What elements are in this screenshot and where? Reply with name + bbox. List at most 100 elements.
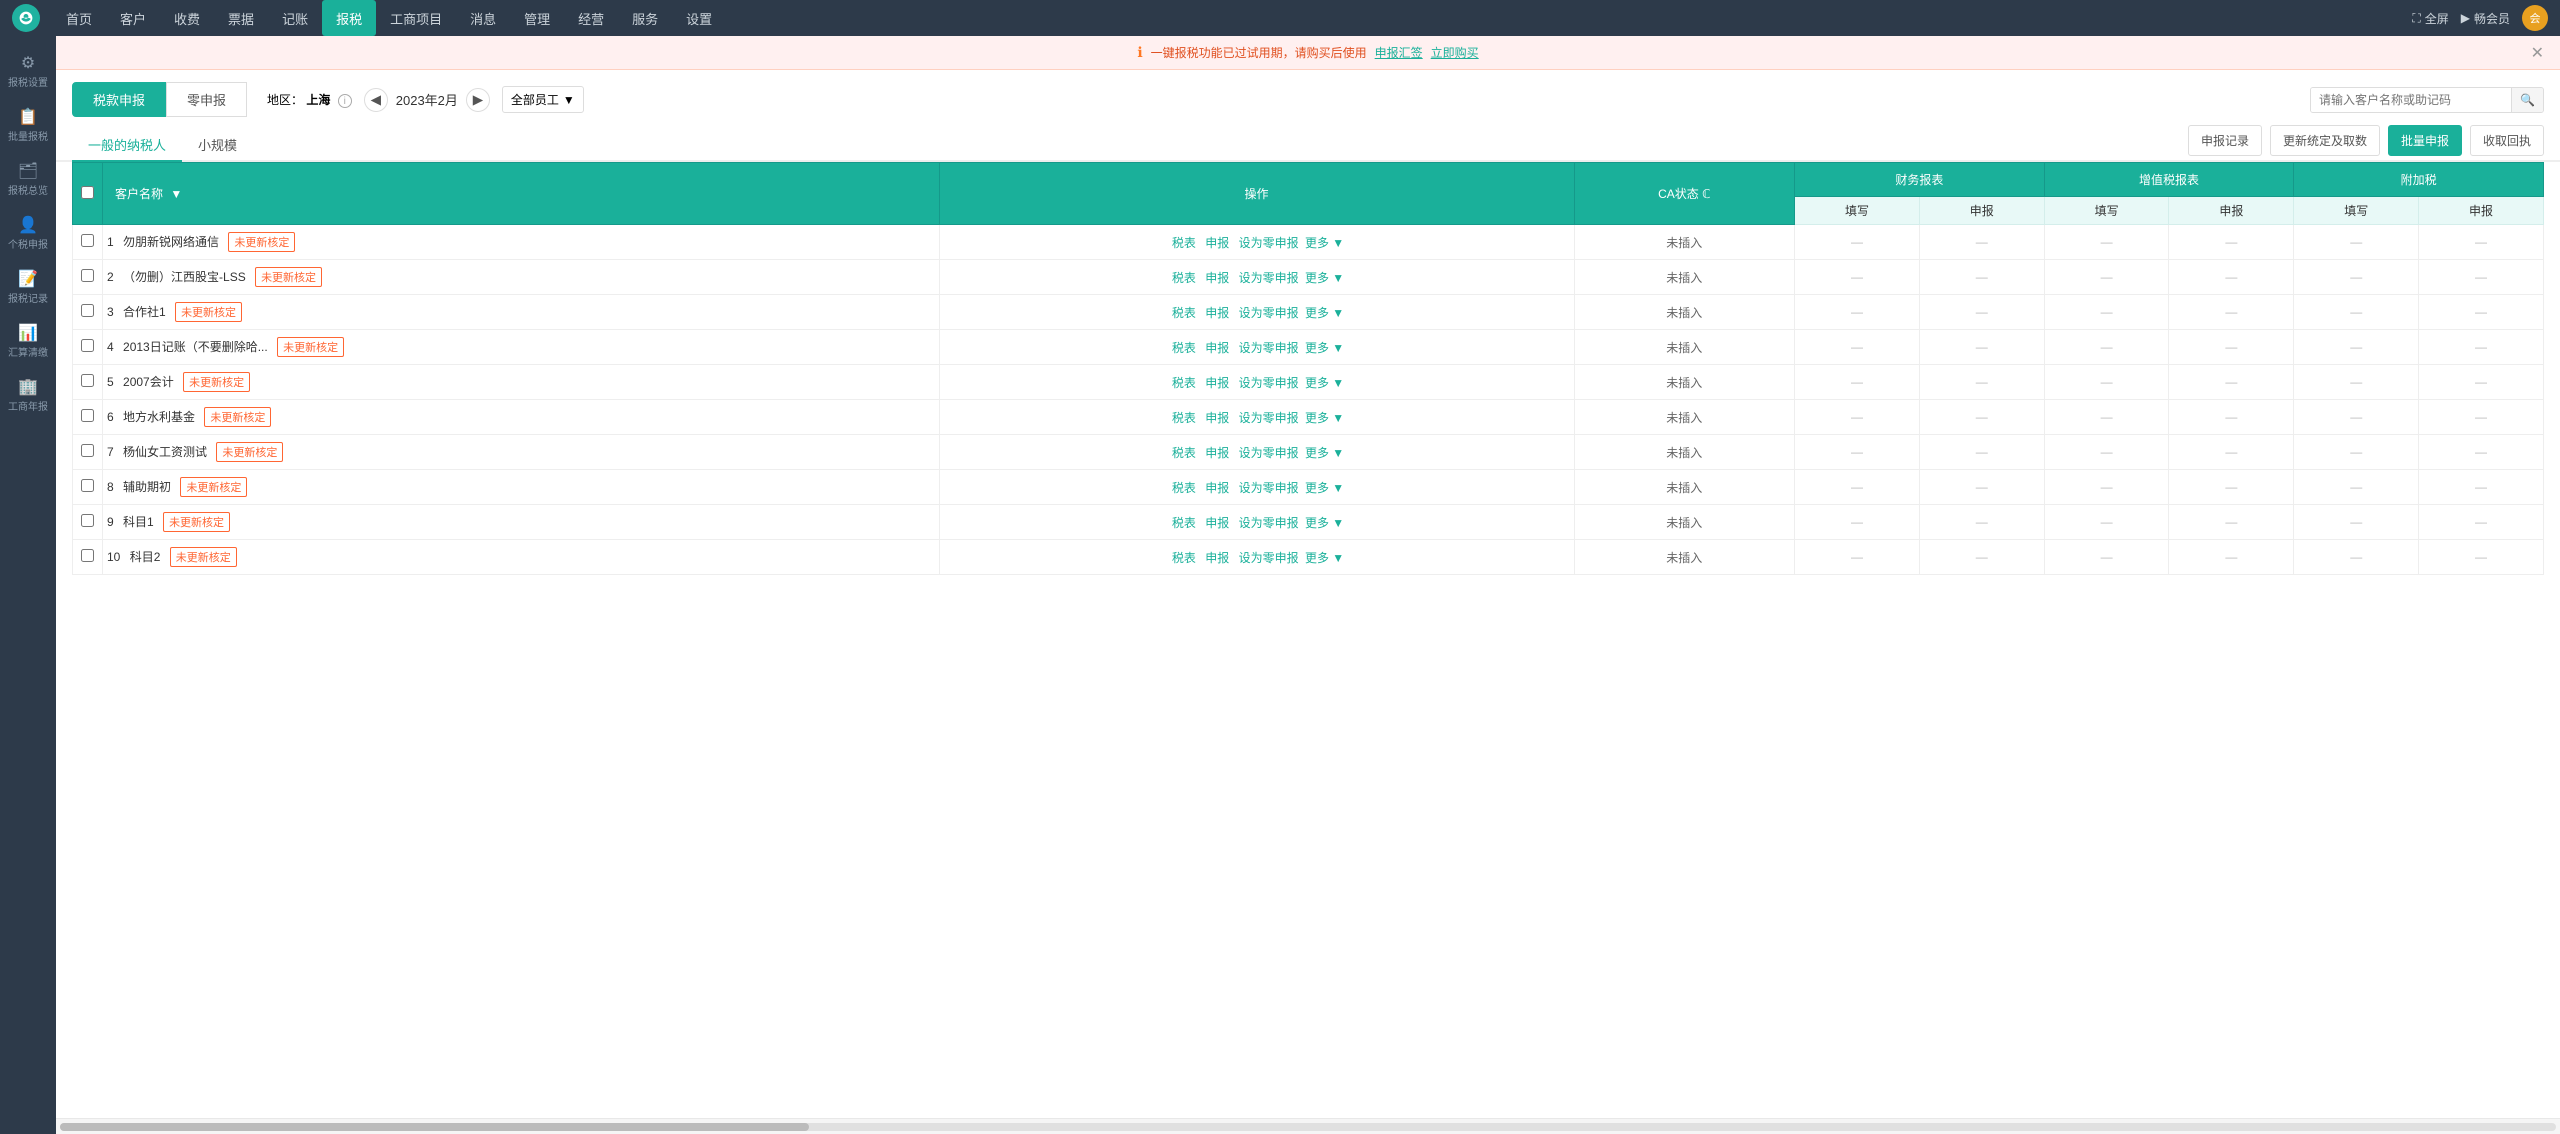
sidebar-label-tax-overview: 报税总览 — [8, 186, 48, 198]
row-checkbox-8[interactable] — [81, 514, 94, 527]
op-tax-form[interactable]: 税表 — [1172, 306, 1196, 320]
fullscreen-button[interactable]: ⛶ 全屏 — [2412, 10, 2448, 27]
date-prev-button[interactable]: ◀ — [364, 88, 388, 112]
op-tax-form[interactable]: 税表 — [1172, 271, 1196, 285]
op-zero-declare[interactable]: 设为零申报 — [1239, 516, 1299, 530]
op-declare[interactable]: 申报 — [1205, 341, 1229, 355]
op-tax-form[interactable]: 税表 — [1172, 516, 1196, 530]
op-tax-form[interactable]: 税表 — [1172, 236, 1196, 250]
row-checkbox-7[interactable] — [81, 479, 94, 492]
sidebar-item-tax-records[interactable]: 📝 报税记录 — [0, 260, 56, 314]
op-declare[interactable]: 申报 — [1205, 551, 1229, 565]
op-more[interactable]: 更多 ▼ — [1305, 376, 1344, 390]
row-checkbox-2[interactable] — [81, 304, 94, 317]
row-checkbox-cell — [73, 505, 103, 540]
row-name: 科目2 — [130, 550, 161, 564]
op-zero-declare[interactable]: 设为零申报 — [1239, 236, 1299, 250]
sidebar-item-tax-settings[interactable]: ⚙ 报税设置 — [0, 44, 56, 98]
search-input[interactable] — [2311, 88, 2511, 112]
sidebar-item-batch-tax[interactable]: 📋 批量报税 — [0, 98, 56, 152]
row-checkbox-4[interactable] — [81, 374, 94, 387]
collect-receipt-button[interactable]: 收取回执 — [2470, 125, 2544, 156]
row-checkbox-5[interactable] — [81, 409, 94, 422]
row-checkbox-1[interactable] — [81, 269, 94, 282]
row-ca-cell: 未插入 — [1574, 505, 1795, 540]
op-zero-declare[interactable]: 设为零申报 — [1239, 481, 1299, 495]
date-next-button[interactable]: ▶ — [466, 88, 490, 112]
op-tax-form[interactable]: 税表 — [1172, 481, 1196, 495]
nav-operation[interactable]: 经营 — [564, 0, 618, 36]
nav-service[interactable]: 服务 — [618, 0, 672, 36]
banner-link-buy[interactable]: 立即购买 — [1431, 44, 1479, 61]
row-checkbox-3[interactable] — [81, 339, 94, 352]
select-all-checkbox[interactable] — [81, 186, 94, 199]
op-more[interactable]: 更多 ▼ — [1305, 341, 1344, 355]
op-more[interactable]: 更多 ▼ — [1305, 516, 1344, 530]
op-zero-declare[interactable]: 设为零申报 — [1239, 376, 1299, 390]
tab-tax-declaration[interactable]: 税款申报 — [72, 82, 166, 117]
ca-info-icon[interactable]: ℂ — [1702, 187, 1710, 201]
op-declare[interactable]: 申报 — [1205, 271, 1229, 285]
op-tax-form[interactable]: 税表 — [1172, 411, 1196, 425]
row-tax-fill: — — [2044, 260, 2169, 295]
nav-invoice[interactable]: 票据 — [214, 0, 268, 36]
sidebar-item-tax-overview[interactable]: 🗂 报税总览 — [0, 152, 56, 206]
op-zero-declare[interactable]: 设为零申报 — [1239, 306, 1299, 320]
op-declare[interactable]: 申报 — [1205, 516, 1229, 530]
op-tax-form[interactable]: 税表 — [1172, 376, 1196, 390]
op-zero-declare[interactable]: 设为零申报 — [1239, 446, 1299, 460]
search-button[interactable]: 🔍 — [2511, 88, 2543, 112]
row-tax-declare: — — [2169, 540, 2294, 575]
op-zero-declare[interactable]: 设为零申报 — [1239, 411, 1299, 425]
sidebar-item-annual-report[interactable]: 🏢 工商年报 — [0, 368, 56, 422]
row-checkbox-9[interactable] — [81, 549, 94, 562]
nav-settings[interactable]: 设置 — [672, 0, 726, 36]
nav-billing[interactable]: 收费 — [160, 0, 214, 36]
op-more[interactable]: 更多 ▼ — [1305, 481, 1344, 495]
op-zero-declare[interactable]: 设为零申报 — [1239, 551, 1299, 565]
banner-link-declaration[interactable]: 申报汇签 — [1375, 44, 1423, 61]
update-stats-button[interactable]: 更新统定及取数 — [2270, 125, 2380, 156]
region-info-icon[interactable]: i — [338, 94, 352, 108]
avatar[interactable]: 会 — [2522, 5, 2548, 31]
sort-icon[interactable]: ▼ — [170, 187, 182, 201]
op-zero-declare[interactable]: 设为零申报 — [1239, 271, 1299, 285]
taxpayer-tab-general[interactable]: 一般的纳税人 — [72, 129, 182, 162]
op-more[interactable]: 更多 ▼ — [1305, 551, 1344, 565]
department-select[interactable]: 全部员工 ▼ — [502, 86, 584, 113]
op-more[interactable]: 更多 ▼ — [1305, 236, 1344, 250]
op-declare[interactable]: 申报 — [1205, 481, 1229, 495]
op-tax-form[interactable]: 税表 — [1172, 341, 1196, 355]
op-declare[interactable]: 申报 — [1205, 306, 1229, 320]
taxpayer-tab-small[interactable]: 小规模 — [182, 129, 253, 162]
nav-message[interactable]: 消息 — [456, 0, 510, 36]
op-zero-declare[interactable]: 设为零申报 — [1239, 341, 1299, 355]
op-tax-form[interactable]: 税表 — [1172, 551, 1196, 565]
nav-commerce[interactable]: 工商项目 — [376, 0, 456, 36]
scroll-track[interactable] — [60, 1123, 2556, 1131]
batch-declare-button[interactable]: 批量申报 — [2388, 125, 2462, 156]
op-declare[interactable]: 申报 — [1205, 376, 1229, 390]
declaration-records-button[interactable]: 申报记录 — [2188, 125, 2262, 156]
row-checkbox-0[interactable] — [81, 234, 94, 247]
op-declare[interactable]: 申报 — [1205, 446, 1229, 460]
nav-home[interactable]: 首页 — [52, 0, 106, 36]
op-declare[interactable]: 申报 — [1205, 411, 1229, 425]
sidebar-item-personal-tax[interactable]: 👤 个税申报 — [0, 206, 56, 260]
tab-zero-declaration[interactable]: 零申报 — [166, 82, 247, 117]
op-more[interactable]: 更多 ▼ — [1305, 446, 1344, 460]
row-checkbox-6[interactable] — [81, 444, 94, 457]
nav-accounting[interactable]: 记账 — [268, 0, 322, 36]
member-button[interactable]: ▶ 畅会员 — [2461, 10, 2510, 27]
nav-customer[interactable]: 客户 — [106, 0, 160, 36]
op-more[interactable]: 更多 ▼ — [1305, 306, 1344, 320]
nav-tax[interactable]: 报税 — [322, 0, 376, 36]
op-more[interactable]: 更多 ▼ — [1305, 271, 1344, 285]
banner-close-button[interactable]: ✕ — [2531, 43, 2544, 63]
row-tax-fill: — — [2044, 505, 2169, 540]
op-tax-form[interactable]: 税表 — [1172, 446, 1196, 460]
op-more[interactable]: 更多 ▼ — [1305, 411, 1344, 425]
sidebar-item-annual-clearance[interactable]: 📊 汇算清缴 — [0, 314, 56, 368]
op-declare[interactable]: 申报 — [1205, 236, 1229, 250]
nav-manage[interactable]: 管理 — [510, 0, 564, 36]
